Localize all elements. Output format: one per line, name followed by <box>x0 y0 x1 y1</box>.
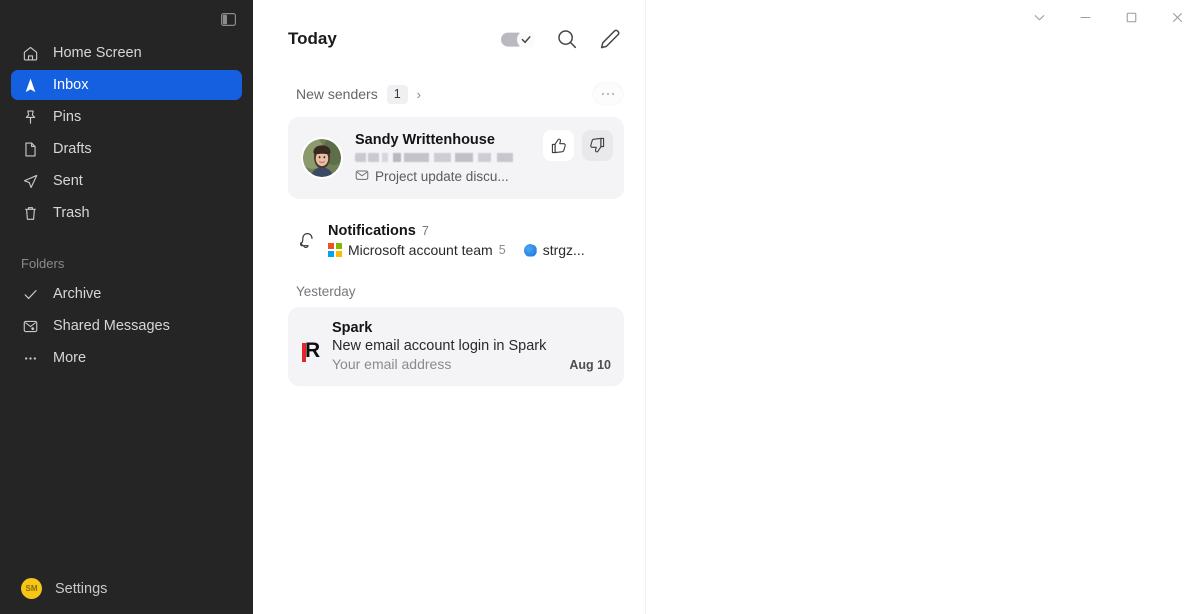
maximize-icon[interactable] <box>1108 0 1154 34</box>
list-item[interactable]: R Spark New email account login in Spark… <box>288 307 624 386</box>
trash-icon <box>21 204 40 223</box>
new-senders-label[interactable]: New senders <box>296 86 378 102</box>
notification-sender-name: strgz... <box>542 242 585 258</box>
bell-icon <box>292 229 322 252</box>
inbox-paperplane-icon <box>21 76 40 95</box>
notifications-content: Notifications 7 Microsoft account team 5… <box>328 223 620 258</box>
thumbs-up-icon[interactable] <box>543 130 574 161</box>
reading-pane: Sandy Writtenhouse People Accept <box>645 0 1200 614</box>
sidebar-item-home-screen[interactable]: Home Screen <box>11 38 242 68</box>
sender-name: Spark <box>332 320 373 336</box>
avatar: SM <box>21 578 42 599</box>
list-item[interactable]: Sandy Writtenhouse Project update discu.… <box>288 117 624 199</box>
send-icon <box>21 172 40 191</box>
sidebar-item-label: Home Screen <box>53 44 142 61</box>
notifications-group-item[interactable]: Notifications 7 Microsoft account team 5… <box>288 217 624 264</box>
list-header-actions <box>501 26 623 52</box>
chevron-down-icon[interactable] <box>1016 0 1062 34</box>
spark-r-logo-icon: R <box>299 320 325 372</box>
window-controls <box>1016 0 1200 34</box>
sidebar-item-label: Sent <box>53 172 83 189</box>
document-icon <box>21 140 40 159</box>
notifications-title-line: Notifications 7 <box>328 223 620 239</box>
sidebar: Home Screen Inbox Pins Drafts Sent Trash… <box>0 0 253 614</box>
page-title: Today <box>288 29 337 48</box>
list-item-subject-text: New email account login in Spark <box>332 338 547 354</box>
sidebar-item-label: Trash <box>53 204 90 221</box>
list-item-date: Aug 10 <box>569 358 611 372</box>
sidebar-item-inbox[interactable]: Inbox <box>11 70 242 100</box>
search-icon[interactable] <box>554 26 580 52</box>
sidebar-toggle-icon[interactable] <box>217 9 239 29</box>
sidebar-item-label: Drafts <box>53 140 92 157</box>
home-icon <box>21 44 40 63</box>
sender-name: Sandy Writtenhouse <box>355 131 495 148</box>
notification-sender-name: Microsoft account team <box>348 242 493 258</box>
sidebar-item-settings[interactable]: SM Settings <box>0 578 253 599</box>
check-icon <box>21 285 40 304</box>
notification-sender-count: 5 <box>498 243 506 257</box>
ellipsis-icon <box>601 92 605 96</box>
select-toggle-icon[interactable] <box>501 30 537 49</box>
list-item-footer: Your email address Aug 10 <box>332 356 611 372</box>
new-senders-row: New senders 1 › <box>253 78 645 110</box>
ellipsis-icon <box>611 92 615 96</box>
message-list-column: Today New senders 1 › Sandy Writtenhouse… <box>253 0 645 614</box>
sidebar-item-pins[interactable]: Pins <box>11 102 242 132</box>
sidebar-item-archive[interactable]: Archive <box>11 279 242 309</box>
notifications-count: 7 <box>421 224 429 238</box>
list-item-subject: Project update discu... <box>355 168 543 185</box>
shared-mail-icon <box>21 317 40 336</box>
minimize-icon[interactable] <box>1062 0 1108 34</box>
chevron-right-icon[interactable]: › <box>417 87 421 102</box>
folders-section-header: Folders <box>21 256 65 271</box>
sidebar-item-trash[interactable]: Trash <box>11 198 242 228</box>
sidebar-item-label: Pins <box>53 108 82 125</box>
list-item-content: Sandy Writtenhouse Project update discu.… <box>355 132 543 185</box>
notifications-senders: Microsoft account team 5 strgz... <box>328 242 620 258</box>
envelope-icon <box>355 168 369 185</box>
new-senders-count-badge: 1 <box>386 84 408 104</box>
sidebar-folders: Archive Shared Messages More <box>0 279 253 373</box>
close-icon[interactable] <box>1154 0 1200 34</box>
sidebar-header <box>0 0 253 38</box>
sidebar-item-sent[interactable]: Sent <box>11 166 242 196</box>
sidebar-item-more[interactable]: More <box>11 343 242 373</box>
pin-icon <box>21 108 40 127</box>
day-separator-label: Yesterday <box>296 284 356 299</box>
sidebar-item-label: More <box>53 349 87 366</box>
redacted-email-address <box>355 152 519 162</box>
sidebar-item-label: Settings <box>55 580 108 597</box>
sidebar-nav: Home Screen Inbox Pins Drafts Sent Trash <box>0 38 253 228</box>
ellipsis-icon <box>606 92 610 96</box>
list-item-preview-text: Your email address <box>332 356 452 372</box>
app-window: Home Screen Inbox Pins Drafts Sent Trash… <box>0 0 1200 614</box>
compose-pencil-icon[interactable] <box>597 26 623 52</box>
new-senders-more-button[interactable] <box>593 83 623 105</box>
notifications-title: Notifications <box>328 223 416 239</box>
list-item-actions <box>543 130 613 161</box>
microsoft-logo-icon <box>328 243 342 257</box>
list-item-subject-text: Project update discu... <box>375 168 509 184</box>
blue-app-icon <box>523 243 537 257</box>
sidebar-item-label: Shared Messages <box>53 317 170 334</box>
sidebar-item-shared-messages[interactable]: Shared Messages <box>11 311 242 341</box>
list-header: Today <box>253 0 645 78</box>
thumbs-down-icon[interactable] <box>582 130 613 161</box>
sidebar-item-label: Archive <box>53 285 102 302</box>
ellipsis-icon <box>21 349 40 368</box>
list-item-content: Spark New email account login in Spark Y… <box>332 320 611 372</box>
avatar <box>301 137 343 179</box>
sidebar-item-drafts[interactable]: Drafts <box>11 134 242 164</box>
sidebar-item-label: Inbox <box>53 76 89 93</box>
